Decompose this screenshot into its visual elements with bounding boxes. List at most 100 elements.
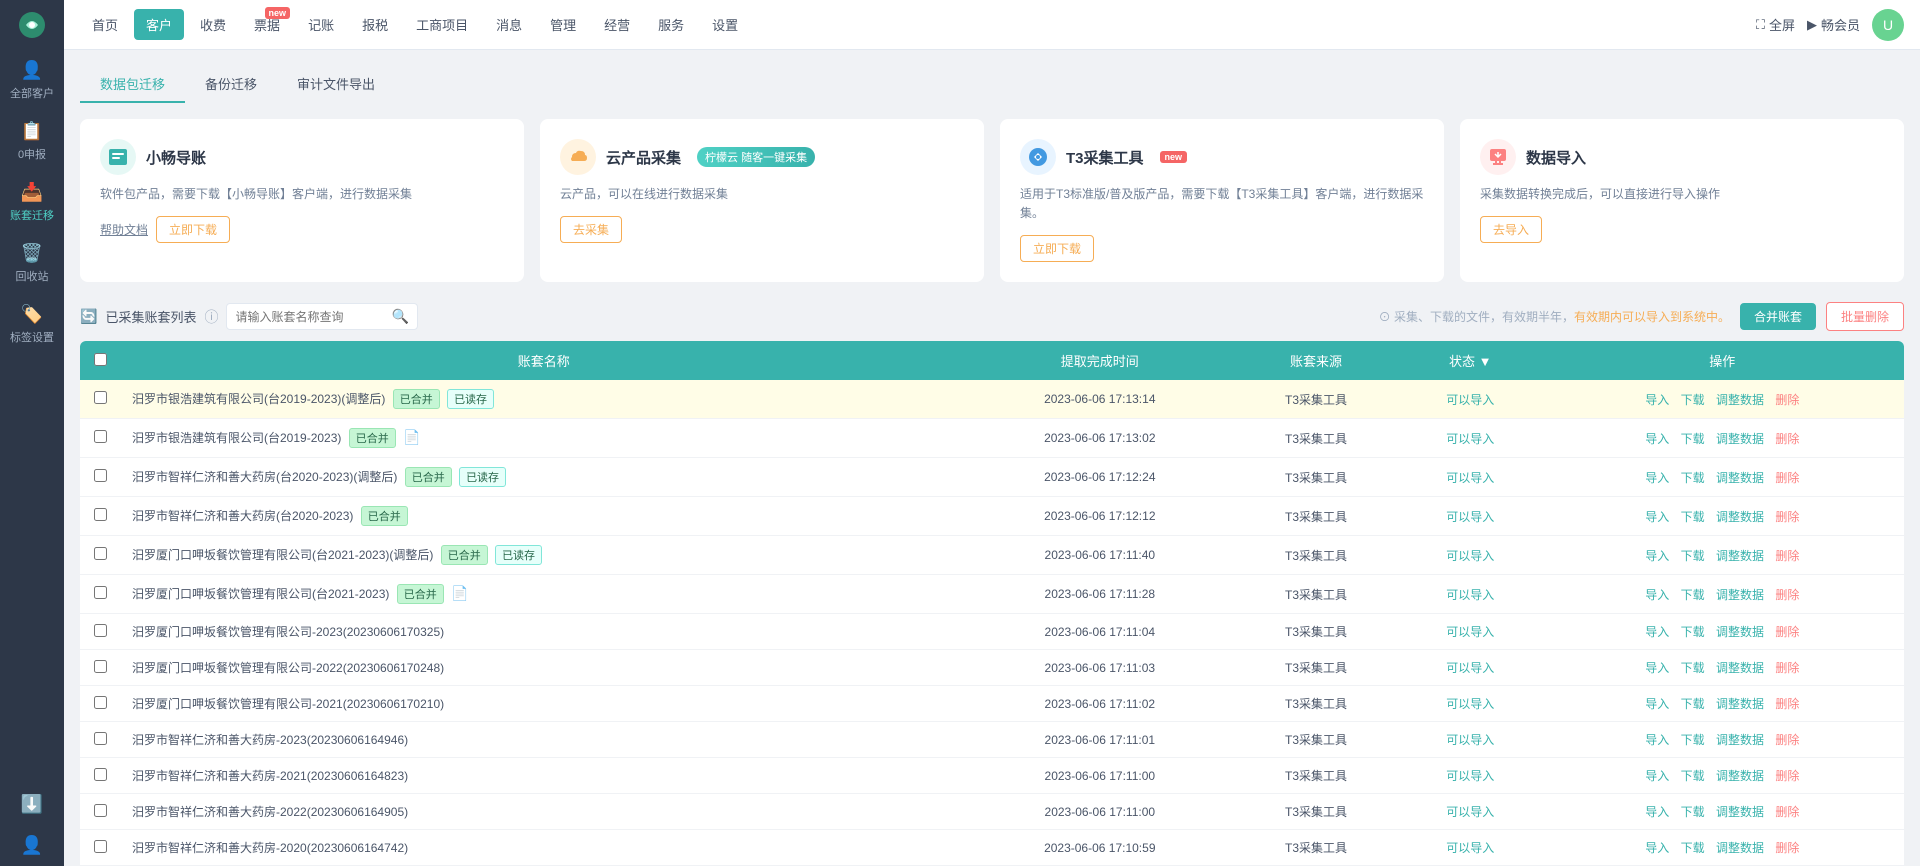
row-checkbox[interactable] [94,768,107,781]
merge-account-btn[interactable]: 合并账套 [1740,303,1816,330]
action-adjust[interactable]: 调整数据 [1716,549,1764,563]
action-import[interactable]: 导入 [1645,805,1669,819]
action-download[interactable]: 下载 [1681,769,1705,783]
action-import[interactable]: 导入 [1645,432,1669,446]
topnav-invoice[interactable]: 票据 new [242,9,292,40]
action-adjust[interactable]: 调整数据 [1716,805,1764,819]
action-import[interactable]: 导入 [1645,393,1669,407]
action-adjust[interactable]: 调整数据 [1716,733,1764,747]
action-import[interactable]: 导入 [1645,661,1669,675]
action-download[interactable]: 下载 [1681,471,1705,485]
card-t3-download-btn[interactable]: 立即下载 [1020,235,1094,262]
action-import[interactable]: 导入 [1645,697,1669,711]
topnav-billing[interactable]: 收费 [188,9,238,40]
refresh-icon[interactable]: 🔄 [80,308,97,325]
action-delete[interactable]: 删除 [1775,588,1799,602]
topnav-operation[interactable]: 经营 [592,9,642,40]
row-checkbox[interactable] [94,660,107,673]
action-import[interactable]: 导入 [1645,625,1669,639]
topnav-clients[interactable]: 客户 [134,9,184,40]
action-adjust[interactable]: 调整数据 [1716,661,1764,675]
action-import[interactable]: 导入 [1645,471,1669,485]
col-status[interactable]: 状态 ▼ [1400,341,1541,380]
row-checkbox[interactable] [94,469,107,482]
action-download[interactable]: 下载 [1681,733,1705,747]
select-all-checkbox[interactable] [94,353,107,366]
search-input[interactable] [235,310,385,324]
topnav-message[interactable]: 消息 [484,9,534,40]
action-import[interactable]: 导入 [1645,549,1669,563]
row-checkbox[interactable] [94,624,107,637]
card-download-btn[interactable]: 立即下载 [156,216,230,243]
action-download[interactable]: 下载 [1681,510,1705,524]
sidebar-item-account-migration[interactable]: 📥 账套迁移 [0,172,64,233]
membership-btn[interactable]: ▶ 畅会员 [1807,15,1860,34]
action-download[interactable]: 下载 [1681,588,1705,602]
action-delete[interactable]: 删除 [1775,805,1799,819]
action-import[interactable]: 导入 [1645,841,1669,855]
action-adjust[interactable]: 调整数据 [1716,588,1764,602]
help-icon[interactable]: ⓘ [204,307,218,327]
action-adjust[interactable]: 调整数据 [1716,393,1764,407]
action-delete[interactable]: 删除 [1775,625,1799,639]
action-delete[interactable]: 删除 [1775,471,1799,485]
row-checkbox[interactable] [94,696,107,709]
sidebar-item-user-settings[interactable]: 👤 [0,825,64,866]
action-delete[interactable]: 删除 [1775,733,1799,747]
card-help-link[interactable]: 帮助文档 [100,221,148,238]
sidebar-item-tag-settings[interactable]: 🏷️ 标签设置 [0,294,64,355]
topnav-home[interactable]: 首页 [80,9,130,40]
sidebar-item-download[interactable]: ⬇️ [0,784,64,825]
row-checkbox[interactable] [94,547,107,560]
action-adjust[interactable]: 调整数据 [1716,471,1764,485]
topnav-settings[interactable]: 设置 [700,9,750,40]
action-download[interactable]: 下载 [1681,661,1705,675]
topnav-business[interactable]: 工商项目 [404,9,480,40]
topnav-accounting[interactable]: 记账 [296,9,346,40]
action-delete[interactable]: 删除 [1775,661,1799,675]
row-checkbox[interactable] [94,430,107,443]
row-checkbox[interactable] [94,840,107,853]
row-checkbox[interactable] [94,508,107,521]
row-checkbox[interactable] [94,804,107,817]
action-adjust[interactable]: 调整数据 [1716,697,1764,711]
batch-delete-btn[interactable]: 批量删除 [1826,302,1904,331]
action-download[interactable]: 下载 [1681,697,1705,711]
action-download[interactable]: 下载 [1681,393,1705,407]
action-adjust[interactable]: 调整数据 [1716,769,1764,783]
action-download[interactable]: 下载 [1681,549,1705,563]
tab-audit-export[interactable]: 审计文件导出 [277,66,395,103]
action-adjust[interactable]: 调整数据 [1716,625,1764,639]
topnav-manage[interactable]: 管理 [538,9,588,40]
col-checkbox[interactable] [80,341,120,380]
action-import[interactable]: 导入 [1645,588,1669,602]
action-adjust[interactable]: 调整数据 [1716,841,1764,855]
topnav-tax[interactable]: 报税 [350,9,400,40]
action-import[interactable]: 导入 [1645,769,1669,783]
action-delete[interactable]: 删除 [1775,510,1799,524]
action-download[interactable]: 下载 [1681,805,1705,819]
sidebar-item-all-clients[interactable]: 👤 全部客户 [0,50,64,111]
fullscreen-btn[interactable]: ⛶ 全屏 [1756,15,1795,34]
tab-data-migration[interactable]: 数据包迁移 [80,66,185,103]
sidebar-item-zero-report[interactable]: 📋 0申报 [0,111,64,172]
action-import[interactable]: 导入 [1645,733,1669,747]
search-button[interactable]: 🔍 [391,308,408,325]
action-download[interactable]: 下载 [1681,625,1705,639]
row-checkbox[interactable] [94,732,107,745]
action-delete[interactable]: 删除 [1775,697,1799,711]
action-adjust[interactable]: 调整数据 [1716,510,1764,524]
card-collect-btn[interactable]: 去采集 [560,216,622,243]
card-import-btn[interactable]: 去导入 [1480,216,1542,243]
action-import[interactable]: 导入 [1645,510,1669,524]
topnav-service[interactable]: 服务 [646,9,696,40]
sidebar-item-recycle[interactable]: 🗑️ 回收站 [0,233,64,294]
action-delete[interactable]: 删除 [1775,769,1799,783]
action-adjust[interactable]: 调整数据 [1716,432,1764,446]
row-checkbox[interactable] [94,391,107,404]
action-download[interactable]: 下载 [1681,432,1705,446]
action-delete[interactable]: 删除 [1775,432,1799,446]
action-delete[interactable]: 删除 [1775,393,1799,407]
action-delete[interactable]: 删除 [1775,841,1799,855]
action-download[interactable]: 下载 [1681,841,1705,855]
